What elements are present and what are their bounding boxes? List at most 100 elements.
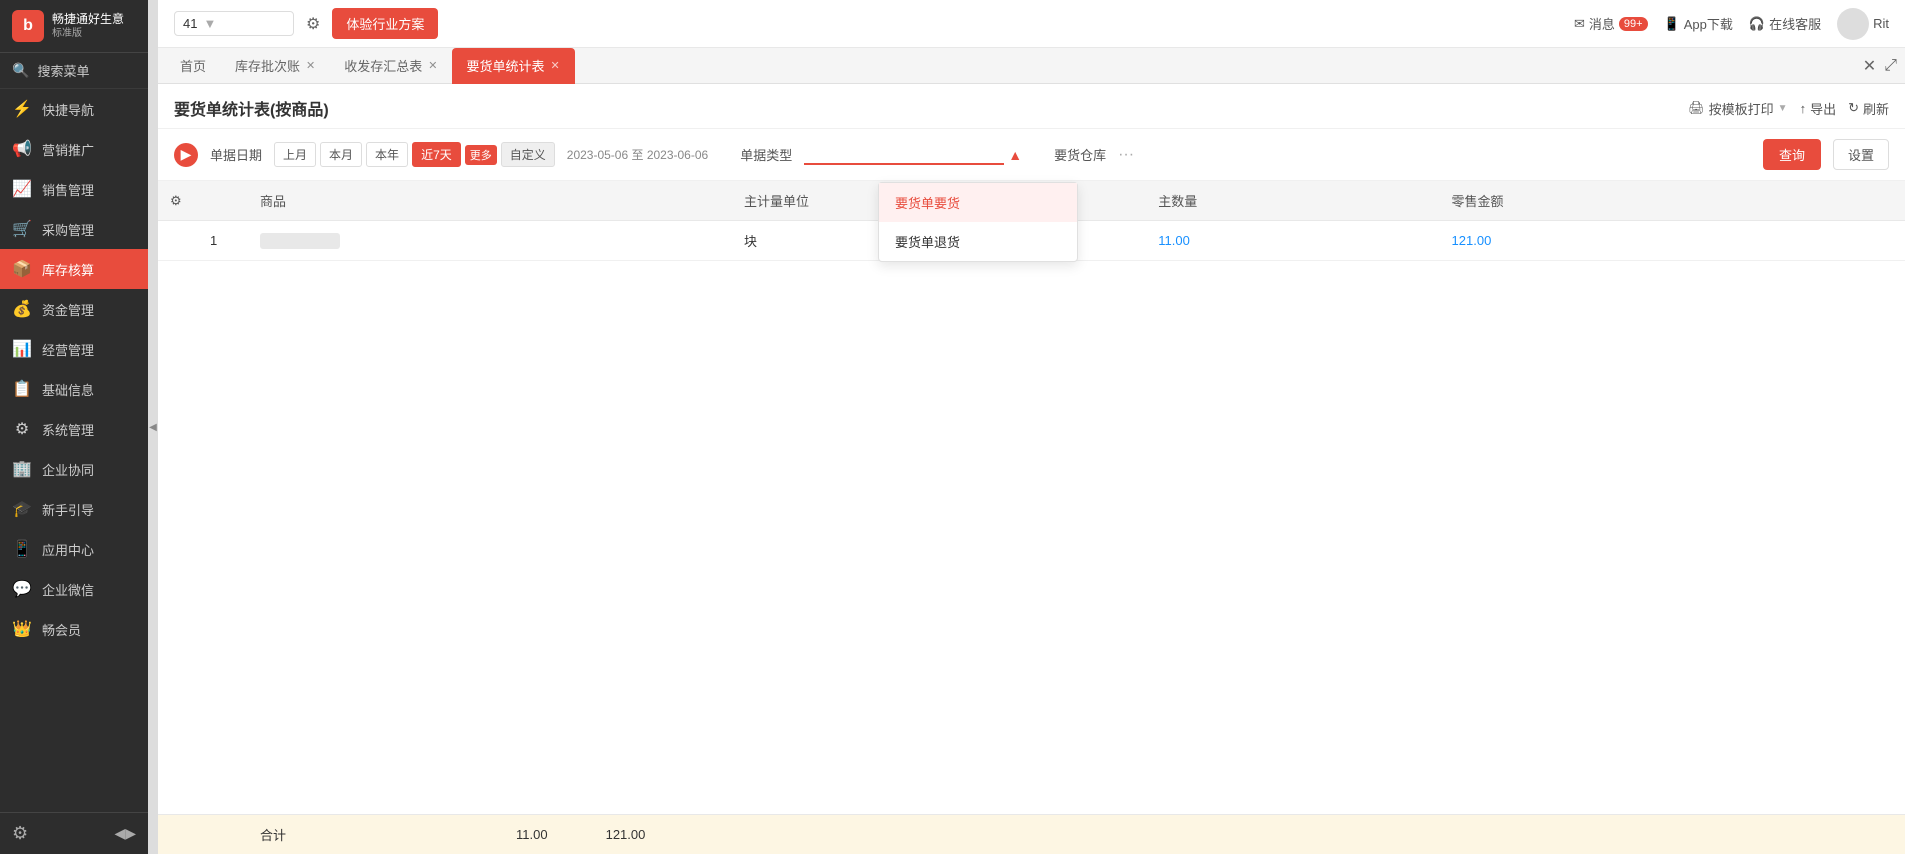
sidebar-item-appstore[interactable]: 📱 应用中心 — [0, 529, 148, 569]
sidebar-item-member[interactable]: 👑 畅会员 — [0, 609, 148, 649]
prev-month-btn[interactable]: 上月 — [274, 142, 316, 167]
settings-icon[interactable]: ⚙ — [12, 823, 28, 844]
this-month-btn[interactable]: 本月 — [320, 142, 362, 167]
sidebar-item-wechat[interactable]: 💬 企业微信 — [0, 569, 148, 609]
tab-order-stats[interactable]: 要货单统计表 ✕ — [452, 48, 574, 84]
system-icon: ⚙ — [12, 419, 32, 439]
sidebar-item-enterprise[interactable]: 🏢 企业协同 — [0, 449, 148, 489]
user-area[interactable]: Rit — [1837, 8, 1889, 40]
sidebar-item-inventory[interactable]: 📦 库存核算 — [0, 249, 148, 289]
company-value: 41 — [183, 16, 197, 31]
print-btn[interactable]: 🖨 按模板打印 ▼ — [1688, 99, 1787, 118]
export-btn[interactable]: ↑ 导出 — [1800, 99, 1837, 118]
sidebar-item-label: 库存核算 — [42, 260, 94, 279]
type-select[interactable]: ▲ — [804, 144, 1022, 165]
tab-order-stats-close[interactable]: ✕ — [551, 59, 560, 72]
td-product — [248, 221, 732, 261]
app-download-label: App下载 — [1684, 14, 1733, 33]
wechat-icon: 💬 — [12, 579, 32, 599]
sidebar-toggle-icon[interactable]: ◀▶ — [114, 825, 136, 842]
sales-icon: 📈 — [12, 179, 32, 199]
msg-icon: ✉ — [1574, 16, 1585, 32]
query-btn[interactable]: 查询 — [1763, 139, 1821, 170]
table-container: ⚙ 商品 主计量单位 主数量 零售金额 1 — [158, 181, 1905, 814]
td-qty: 11.00 — [1146, 221, 1439, 261]
refresh-icon: ↻ — [1848, 100, 1859, 116]
sidebar-item-quick-nav[interactable]: ⚡ 快捷导航 — [0, 89, 148, 129]
expand-tabs-btn[interactable]: ⤢ — [1884, 57, 1897, 75]
tab-batch-account-close[interactable]: ✕ — [306, 59, 315, 72]
sidebar-item-label: 应用中心 — [42, 540, 94, 559]
th-product: 商品 — [248, 181, 732, 221]
selector-dropdown-icon: ▼ — [203, 16, 216, 31]
print-label: 按模板打印 — [1709, 99, 1774, 118]
sidebar-item-newbie[interactable]: 🎓 新手引导 — [0, 489, 148, 529]
sidebar-item-purchase[interactable]: 🛒 采购管理 — [0, 209, 148, 249]
app-download-btn[interactable]: 📱 App下载 — [1664, 14, 1733, 33]
sidebar-bottom: ⚙ ◀▶ — [0, 812, 148, 854]
close-all-tabs-btn[interactable]: ✕ — [1863, 56, 1876, 76]
tab-recv-summary-label: 收发存汇总表 — [344, 56, 422, 75]
sidebar-search[interactable]: 🔍 搜索菜单 — [0, 53, 148, 89]
sidebar-item-sales[interactable]: 📈 销售管理 — [0, 169, 148, 209]
print-expand-icon[interactable]: ▼ — [1778, 103, 1788, 114]
sidebar-item-label: 营销推广 — [42, 140, 94, 159]
filter-bar: ▶ 单据日期 上月 本月 本年 近7天 更多 自定义 2023-05-06 至 … — [158, 129, 1905, 181]
logo-icon: b — [12, 10, 44, 42]
td-index: 1 — [198, 221, 248, 261]
trial-btn[interactable]: 体验行业方案 — [332, 8, 438, 39]
sidebar-item-operation[interactable]: 📊 经营管理 — [0, 329, 148, 369]
newbie-icon: 🎓 — [12, 499, 32, 519]
msg-label: 消息 — [1589, 14, 1615, 33]
th-gear[interactable]: ⚙ — [158, 181, 198, 221]
company-selector[interactable]: 41 ▼ — [174, 11, 294, 36]
recent7-btn[interactable]: 近7天 — [412, 142, 461, 167]
main-area: 41 ▼ ⚙ 体验行业方案 ✉ 消息 99+ 📱 App下载 🎧 在线客服 R — [158, 0, 1905, 854]
topbar-right: ✉ 消息 99+ 📱 App下载 🎧 在线客服 Rit — [1574, 8, 1889, 40]
this-year-btn[interactable]: 本年 — [366, 142, 408, 167]
online-service-btn[interactable]: 🎧 在线客服 — [1749, 14, 1821, 33]
app-logo: b 畅捷通好生意 标准版 — [0, 0, 148, 53]
tab-batch-account[interactable]: 库存批次账 ✕ — [221, 48, 330, 84]
online-service-label: 在线客服 — [1769, 14, 1821, 33]
refresh-label: 刷新 — [1863, 99, 1889, 118]
type-input[interactable] — [804, 144, 1004, 165]
sidebar: b 畅捷通好生意 标准版 🔍 搜索菜单 ⚡ 快捷导航 📢 营销推广 📈 销售管理… — [0, 0, 148, 854]
sidebar-nav: ⚡ 快捷导航 📢 营销推广 📈 销售管理 🛒 采购管理 📦 库存核算 💰 资金管… — [0, 89, 148, 812]
filter-more-icon[interactable]: ··· — [1118, 146, 1134, 164]
page-title: 要货单统计表(按商品) — [174, 96, 329, 120]
collapse-arrow-icon: ◀ — [149, 422, 157, 433]
filter-settings-btn[interactable]: 设置 — [1833, 139, 1889, 170]
tab-order-stats-label: 要货单统计表 — [466, 56, 544, 75]
topbar-gear-icon[interactable]: ⚙ — [306, 14, 320, 34]
tab-recv-summary[interactable]: 收发存汇总表 ✕ — [330, 48, 452, 84]
tab-home[interactable]: 首页 — [166, 48, 221, 84]
tab-recv-summary-close[interactable]: ✕ — [428, 59, 437, 72]
appstore-icon: 📱 — [12, 539, 32, 559]
quick-nav-icon: ⚡ — [12, 99, 32, 119]
sidebar-item-label: 销售管理 — [42, 180, 94, 199]
warehouse-filter-label: 要货仓库 — [1054, 145, 1106, 164]
msg-badge: 99+ — [1619, 17, 1648, 31]
filter-expand-btn[interactable]: ▶ — [174, 143, 198, 167]
sidebar-item-basic[interactable]: 📋 基础信息 — [0, 369, 148, 409]
dropdown-item-return[interactable]: 要货单退货 — [879, 222, 1077, 261]
more-dates-badge[interactable]: 更多 — [465, 145, 497, 165]
sidebar-item-marketing[interactable]: 📢 营销推广 — [0, 129, 148, 169]
print-icon: 🖨 — [1688, 100, 1705, 116]
sidebar-item-system[interactable]: ⚙ 系统管理 — [0, 409, 148, 449]
th-empty — [1793, 181, 1905, 221]
msg-btn[interactable]: ✉ 消息 99+ — [1574, 14, 1648, 33]
custom-date-btn[interactable]: 自定义 — [501, 142, 555, 167]
th-index — [198, 181, 248, 221]
sidebar-item-label: 畅会员 — [42, 620, 81, 639]
type-dropdown-arrow[interactable]: ▲ — [1008, 147, 1022, 163]
refresh-btn[interactable]: ↻ 刷新 — [1848, 99, 1889, 118]
table-gear-icon[interactable]: ⚙ — [170, 193, 182, 208]
basic-icon: 📋 — [12, 379, 32, 399]
dropdown-item-requisition[interactable]: 要货单要货 — [879, 183, 1077, 222]
sidebar-item-finance[interactable]: 💰 资金管理 — [0, 289, 148, 329]
sidebar-item-label: 系统管理 — [42, 420, 94, 439]
sidebar-item-label: 资金管理 — [42, 300, 94, 319]
sidebar-collapse-handle[interactable]: ◀ — [148, 0, 158, 854]
